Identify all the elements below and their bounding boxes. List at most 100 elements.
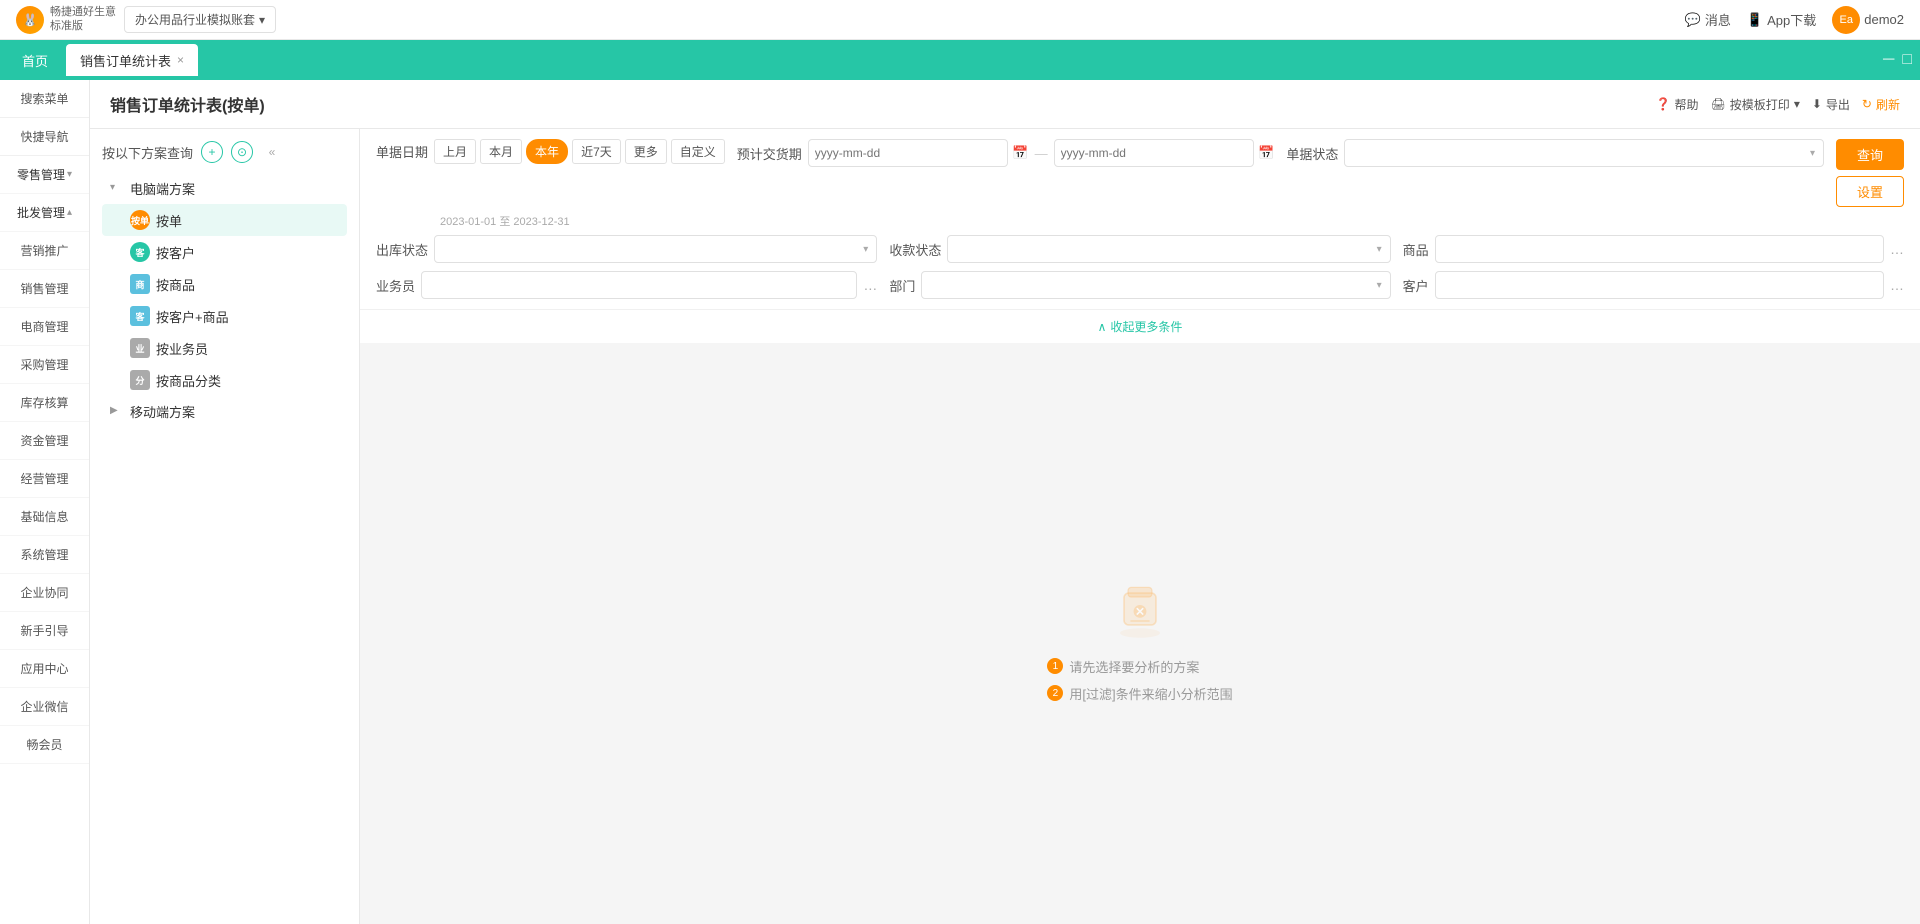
page-title: 销售订单统计表(按单) [110, 92, 265, 128]
export-icon: ⬇ [1812, 97, 1822, 111]
tree-section-desktop[interactable]: ▾ 电脑端方案 [102, 173, 347, 204]
tree-item-by-order[interactable]: 按单 按单 [102, 204, 347, 236]
date-btn-more[interactable]: 更多 [625, 139, 667, 164]
collapse-bar[interactable]: ∧ 收起更多条件 [360, 309, 1920, 343]
tree-expand-mobile-icon: ▶ [110, 405, 124, 419]
sidebar-item-guide[interactable]: 新手引导 [0, 612, 89, 650]
tree-item-icon-product: 商 [130, 274, 150, 294]
calendar-start-icon[interactable]: 📅 [1012, 145, 1028, 161]
delivery-date-start-input[interactable] [808, 139, 1009, 167]
sidebar-item-sales[interactable]: 销售管理 [0, 270, 89, 308]
sidebar-item-basic-info[interactable]: 基础信息 [0, 498, 89, 536]
date-btn-this-month[interactable]: 本月 [480, 139, 522, 164]
export-btn[interactable]: ⬇ 导出 [1812, 96, 1850, 113]
customer-input[interactable] [1435, 271, 1884, 299]
refresh-icon: ↻ [1862, 97, 1872, 111]
tree-item-by-product[interactable]: 商 按商品 [102, 268, 347, 300]
calendar-end-icon[interactable]: 📅 [1258, 145, 1274, 161]
department-arrow-icon: ▾ [1377, 280, 1382, 291]
nav-actions: ─ □ [1883, 51, 1912, 69]
panel-toolbar: 按以下方案查询 + ⊙ « [102, 141, 347, 163]
sidebar-item-inventory[interactable]: 库存核算 [0, 384, 89, 422]
help-btn[interactable]: ❓ 帮助 [1656, 96, 1699, 113]
empty-hint-1: 1 请先选择要分析的方案 [1047, 657, 1232, 676]
tree-item-by-customer[interactable]: 客 按客户 [102, 236, 347, 268]
sidebar-item-member[interactable]: 畅会员 [0, 726, 89, 764]
hint-number-1: 1 [1047, 658, 1063, 674]
sidebar-item-enterprise[interactable]: 企业协同 [0, 574, 89, 612]
plus-icon: + [209, 145, 216, 159]
main-layout: 搜索菜单 快捷导航 零售管理 ▾ 批发管理 ▴ 营销推广 销售管理 电商管理 采… [0, 80, 1920, 924]
panel-add-btn[interactable]: + [201, 141, 223, 163]
print-icon: 🖨 [1711, 97, 1726, 111]
payment-status-label: 收款状态 [889, 240, 941, 259]
sidebar-item-wholesale[interactable]: 批发管理 ▴ [0, 194, 89, 232]
settings-btn[interactable]: 设置 [1836, 176, 1904, 207]
product-more-icon[interactable]: … [1890, 241, 1904, 257]
tree-section-mobile[interactable]: ▶ 移动端方案 [102, 396, 347, 427]
sidebar-item-retail[interactable]: 零售管理 ▾ [0, 156, 89, 194]
panel-settings-btn[interactable]: ⊙ [231, 141, 253, 163]
sidebar-item-finance[interactable]: 资金管理 [0, 422, 89, 460]
user-menu[interactable]: Ea demo2 [1832, 6, 1904, 34]
settings-circle-icon: ⊙ [237, 145, 247, 159]
app-download-btn[interactable]: 📱 App下载 [1747, 10, 1816, 29]
date-btn-this-year[interactable]: 本年 [526, 139, 568, 164]
query-btn[interactable]: 查询 [1836, 139, 1904, 170]
salesperson-more-icon[interactable]: … [863, 277, 877, 293]
top-bar-right: 💬 消息 📱 App下载 Ea demo2 [1685, 6, 1904, 34]
filter-section: 单据日期 上月 本月 本年 近7天 更多 自定义 预计交货期 [360, 129, 1920, 343]
tab-close-btn[interactable]: × [177, 53, 184, 67]
action-buttons: 查询 设置 [1836, 139, 1904, 207]
refresh-btn[interactable]: ↻ 刷新 [1862, 96, 1900, 113]
delivery-status-select[interactable]: ▾ [434, 235, 877, 263]
sidebar-item-system[interactable]: 系统管理 [0, 536, 89, 574]
sidebar: 搜索菜单 快捷导航 零售管理 ▾ 批发管理 ▴ 营销推广 销售管理 电商管理 采… [0, 80, 90, 924]
tab-home[interactable]: 首页 [8, 44, 62, 76]
customer-more-icon[interactable]: … [1890, 277, 1904, 293]
collapse-up-icon: ∧ [1098, 320, 1107, 334]
tree-item-by-category[interactable]: 分 按商品分类 [102, 364, 347, 396]
page-actions: ❓ 帮助 🖨 按模板打印 ▾ ⬇ 导出 ↻ 刷新 [1656, 96, 1900, 125]
date-btn-7days[interactable]: 近7天 [572, 139, 621, 164]
salesperson-input[interactable] [421, 271, 857, 299]
tree-expand-icon: ▾ [110, 182, 124, 196]
minimize-btn[interactable]: ─ [1883, 51, 1894, 69]
logo-text: 畅捷通好生意 标准版 [50, 6, 116, 32]
page-header: 销售订单统计表(按单) ❓ 帮助 🖨 按模板打印 ▾ ⬇ 导出 ↻ 刷新 [90, 80, 1920, 129]
sidebar-item-search-menu[interactable]: 搜索菜单 [0, 80, 89, 118]
tree: ▾ 电脑端方案 按单 按单 客 按客户 商 按商品 [102, 173, 347, 427]
message-icon: 💬 [1685, 12, 1701, 28]
sidebar-item-wechat[interactable]: 企业微信 [0, 688, 89, 726]
empty-state-icon [1100, 565, 1180, 645]
sidebar-item-purchase[interactable]: 采购管理 [0, 346, 89, 384]
panel-collapse-btn[interactable]: « [261, 141, 283, 163]
payment-status-select[interactable]: ▾ [947, 235, 1390, 263]
expected-delivery-date-start: 📅 [808, 139, 1029, 167]
tree-item-icon-cat: 分 [130, 370, 150, 390]
maximize-btn[interactable]: □ [1902, 51, 1912, 69]
app-icon: 📱 [1747, 12, 1763, 28]
delivery-date-end-input[interactable] [1054, 139, 1255, 167]
date-range-display: 2023-01-01 至 2023-12-31 [360, 213, 1920, 235]
sidebar-item-business[interactable]: 经营管理 [0, 460, 89, 498]
print-btn[interactable]: 🖨 按模板打印 ▾ [1711, 96, 1800, 113]
sidebar-item-marketing[interactable]: 营销推广 [0, 232, 89, 270]
avatar: Ea [1832, 6, 1860, 34]
department-select[interactable]: ▾ [921, 271, 1390, 299]
sidebar-item-ecommerce[interactable]: 电商管理 [0, 308, 89, 346]
sidebar-item-app-center[interactable]: 应用中心 [0, 650, 89, 688]
left-panel: 按以下方案查询 + ⊙ « ▾ 电脑端方案 [90, 129, 360, 924]
tree-item-by-customer-product[interactable]: 客 按客户+商品 [102, 300, 347, 332]
tab-sales-order-stats[interactable]: 销售订单统计表 × [66, 44, 198, 76]
tree-item-by-salesperson[interactable]: 业 按业务员 [102, 332, 347, 364]
date-btn-last-month[interactable]: 上月 [434, 139, 476, 164]
product-input[interactable] [1435, 235, 1884, 263]
sidebar-item-quick-nav[interactable]: 快捷导航 [0, 118, 89, 156]
nav-tabs: 首页 销售订单统计表 × ─ □ [0, 40, 1920, 80]
date-btn-custom[interactable]: 自定义 [671, 139, 725, 164]
account-selector[interactable]: 办公用品行业模拟账套 ▾ [124, 6, 276, 33]
doc-status-select[interactable]: ▾ [1344, 139, 1824, 167]
message-btn[interactable]: 💬 消息 [1685, 10, 1731, 29]
hint-number-2: 2 [1047, 685, 1063, 701]
